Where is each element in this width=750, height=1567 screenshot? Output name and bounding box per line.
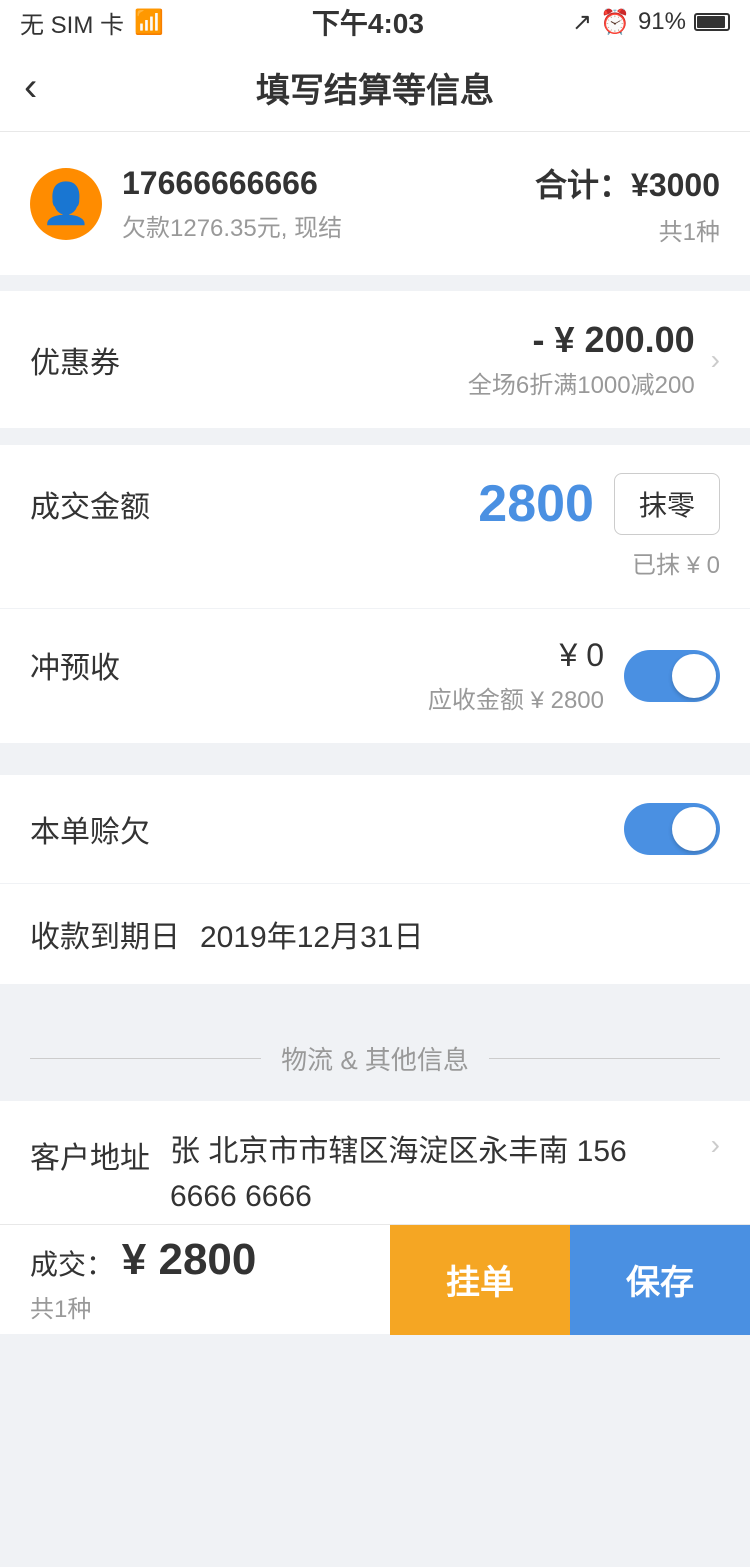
- deal-amount-label: 成交金额: [30, 482, 150, 526]
- prepay-section: 冲预收 ¥ 0 应收金额 ¥ 2800: [0, 608, 750, 743]
- coupon-row[interactable]: 优惠券 - ¥ 200.00 全场6折满1000减200 ›: [0, 291, 750, 429]
- bottom-deal-row: 成交： ¥ 2800: [30, 1235, 360, 1285]
- page-title: 填写结算等信息: [256, 63, 494, 112]
- customer-phone: 17666666666: [122, 165, 342, 202]
- coupon-label: 优惠券: [30, 338, 120, 382]
- prepay-right: ¥ 0 应收金额 ¥ 2800: [428, 637, 720, 715]
- prepay-amount: ¥ 0: [428, 637, 604, 674]
- bottom-count: 共1种: [30, 1289, 360, 1324]
- status-bar-right: ↗ ⏰ 91%: [572, 8, 730, 37]
- logistics-label: 物流 & 其他信息: [281, 1040, 469, 1077]
- section-divider-3: [0, 984, 750, 1000]
- deal-value-area: 2800 抹零: [478, 473, 720, 535]
- status-bar: 无 SIM 卡 📶 下午4:03 ↗ ⏰ 91%: [0, 0, 750, 44]
- alarm-icon: ⏰: [600, 8, 630, 37]
- battery-icon: [694, 13, 730, 31]
- duedate-row: 收款到期日 2019年12月31日: [30, 912, 720, 956]
- content: 👤 17666666666 欠款1276.35元, 现结 合计：¥3000 共1…: [0, 132, 750, 1567]
- prepay-row: 冲预收 ¥ 0 应收金额 ¥ 2800: [30, 637, 720, 715]
- duedate-section: 收款到期日 2019年12月31日: [0, 883, 750, 984]
- customer-card: 👤 17666666666 欠款1276.35元, 现结 合计：¥3000 共1…: [0, 132, 750, 275]
- customer-debt: 欠款1276.35元, 现结: [122, 208, 342, 243]
- debt-section: 本单赊欠: [0, 775, 750, 883]
- status-bar-time: 下午4:03: [312, 2, 424, 42]
- total-count: 共1种: [535, 212, 720, 247]
- customer-total: 合计：¥3000 共1种: [535, 160, 720, 247]
- logistics-divider: 物流 & 其他信息: [0, 1016, 750, 1101]
- hang-order-button[interactable]: 挂单: [390, 1225, 570, 1335]
- total-amount: 合计：¥3000: [535, 160, 720, 206]
- wifi-icon: 📶: [134, 8, 164, 37]
- prepay-toggle-knob: [672, 654, 716, 698]
- prepay-amount-area: ¥ 0 应收金额 ¥ 2800: [428, 637, 604, 715]
- duedate-label: 收款到期日: [30, 912, 180, 956]
- prepay-label: 冲预收: [30, 637, 120, 687]
- bottom-bar: 成交： ¥ 2800 共1种 挂单 保存: [0, 1224, 750, 1334]
- bottom-deal-label: 成交：: [30, 1249, 114, 1280]
- address-label: 客户地址: [30, 1129, 150, 1177]
- battery-label: 91%: [638, 8, 686, 36]
- carrier-label: 无 SIM 卡: [20, 5, 124, 40]
- address-value: 张 北京市市辖区海淀区永丰南 156 6666 6666: [170, 1129, 691, 1219]
- address-chevron: ›: [711, 1129, 720, 1161]
- coupon-chevron: ›: [711, 344, 720, 376]
- deal-amount-row: 成交金额 2800 抹零: [30, 473, 720, 535]
- divider-line-right: [489, 1058, 720, 1059]
- divider-line-left: [30, 1058, 261, 1059]
- debt-label: 本单赊欠: [30, 807, 150, 851]
- deal-number: 2800: [478, 474, 594, 534]
- deal-sub-text: 已抹 ¥ 0: [632, 552, 720, 579]
- deal-amount-section: 成交金额 2800 抹零 已抹 ¥ 0: [0, 445, 750, 608]
- coupon-desc: 全场6折满1000减200: [468, 365, 695, 400]
- section-divider-1: [0, 429, 750, 445]
- coupon-amount: - ¥ 200.00: [468, 319, 695, 361]
- customer-info: 👤 17666666666 欠款1276.35元, 现结: [30, 165, 342, 243]
- round-zero-button[interactable]: 抹零: [614, 473, 720, 535]
- prepay-toggle[interactable]: [624, 650, 720, 702]
- coupon-right: - ¥ 200.00 全场6折满1000减200 ›: [468, 319, 720, 400]
- back-button[interactable]: ‹: [24, 65, 37, 110]
- bottom-summary: 成交： ¥ 2800 共1种: [0, 1235, 390, 1324]
- location-icon: ↗: [572, 8, 592, 37]
- section-divider-2: [0, 743, 750, 759]
- debt-toggle-knob: [672, 807, 716, 851]
- avatar: 👤: [30, 168, 102, 240]
- customer-text: 17666666666 欠款1276.35元, 现结: [122, 165, 342, 243]
- bottom-deal-amount: ¥ 2800: [122, 1235, 257, 1284]
- save-button[interactable]: 保存: [570, 1225, 750, 1335]
- prepay-desc: 应收金额 ¥ 2800: [428, 680, 604, 715]
- nav-bar: ‹ 填写结算等信息: [0, 44, 750, 132]
- duedate-value: 2019年12月31日: [200, 912, 423, 956]
- status-bar-left: 无 SIM 卡 📶: [20, 5, 164, 40]
- debt-toggle[interactable]: [624, 803, 720, 855]
- avatar-icon: 👤: [41, 180, 91, 227]
